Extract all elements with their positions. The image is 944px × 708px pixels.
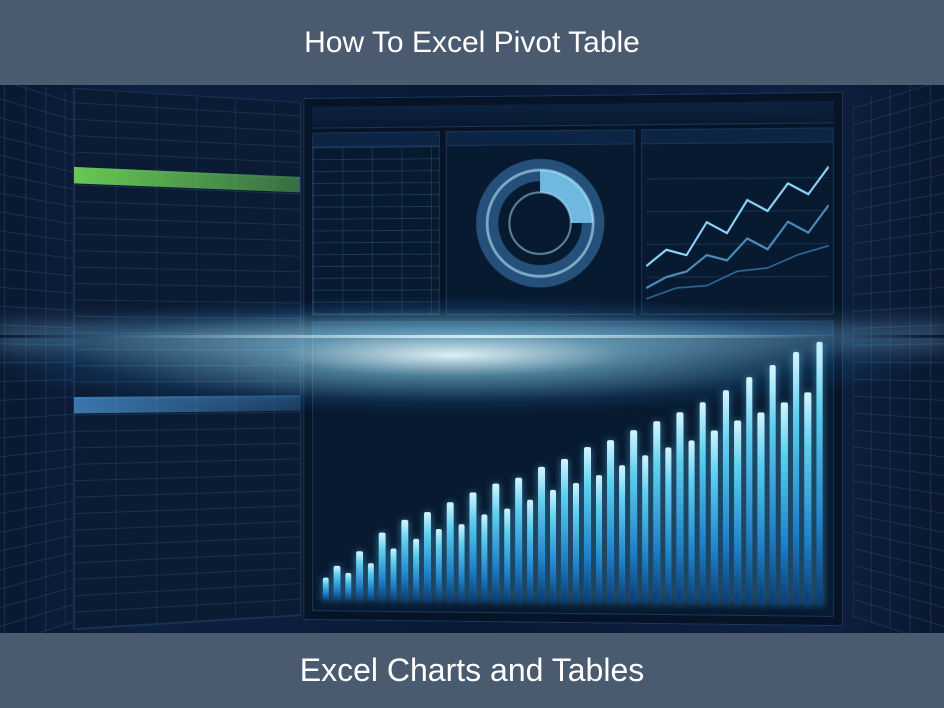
bar-chart-panel xyxy=(312,321,834,617)
bar xyxy=(653,421,660,604)
bar xyxy=(447,502,453,602)
bar xyxy=(368,564,374,601)
bar xyxy=(758,413,765,605)
bar xyxy=(573,483,579,604)
bar xyxy=(607,440,614,603)
bar xyxy=(816,342,823,606)
bar xyxy=(493,483,499,602)
donut-chart-panel xyxy=(446,129,635,315)
bar xyxy=(793,352,800,605)
bar xyxy=(688,440,695,604)
bar xyxy=(769,365,776,606)
bar xyxy=(345,573,351,600)
bar xyxy=(402,520,408,601)
bar xyxy=(334,566,340,601)
line-chart-icon xyxy=(646,145,829,310)
bar xyxy=(515,477,521,602)
hero-illustration xyxy=(0,85,944,633)
footer-title: Excel Charts and Tables xyxy=(300,652,644,689)
bar xyxy=(424,512,430,602)
bar xyxy=(735,420,742,605)
spreadsheet-panel xyxy=(73,88,301,630)
dashboard-titlebar xyxy=(312,101,834,129)
bar xyxy=(561,459,567,603)
bar xyxy=(323,578,329,600)
bar xyxy=(379,533,385,601)
bar xyxy=(676,413,683,605)
bar xyxy=(746,377,753,605)
bar xyxy=(550,490,556,603)
bar xyxy=(504,508,510,602)
bar xyxy=(619,465,626,603)
bar xyxy=(436,529,442,601)
bar xyxy=(413,539,419,601)
bar xyxy=(390,549,396,601)
bar xyxy=(665,448,672,604)
bar xyxy=(630,430,637,604)
donut-chart-icon xyxy=(470,152,610,293)
bar xyxy=(805,393,812,606)
highlighted-row-blue xyxy=(74,395,300,413)
bar xyxy=(642,455,649,604)
header-banner: How To Excel Pivot Table xyxy=(0,0,944,85)
footer-banner: Excel Charts and Tables xyxy=(0,633,944,708)
mini-table-panel xyxy=(312,131,440,315)
bar-series xyxy=(323,342,823,606)
bar xyxy=(470,492,476,602)
bar xyxy=(527,500,533,603)
line-chart-panel xyxy=(641,127,834,315)
bar xyxy=(357,551,363,601)
page-title: How To Excel Pivot Table xyxy=(304,26,640,60)
bar xyxy=(458,524,464,601)
bar xyxy=(481,515,487,603)
bar xyxy=(596,475,602,603)
bar xyxy=(781,403,788,606)
dashboard-panel xyxy=(303,92,843,626)
bar xyxy=(711,430,718,604)
bar xyxy=(538,467,544,602)
bar xyxy=(700,402,707,604)
decorative-grid-right xyxy=(853,85,944,633)
bar xyxy=(723,390,730,605)
bar xyxy=(584,447,590,603)
